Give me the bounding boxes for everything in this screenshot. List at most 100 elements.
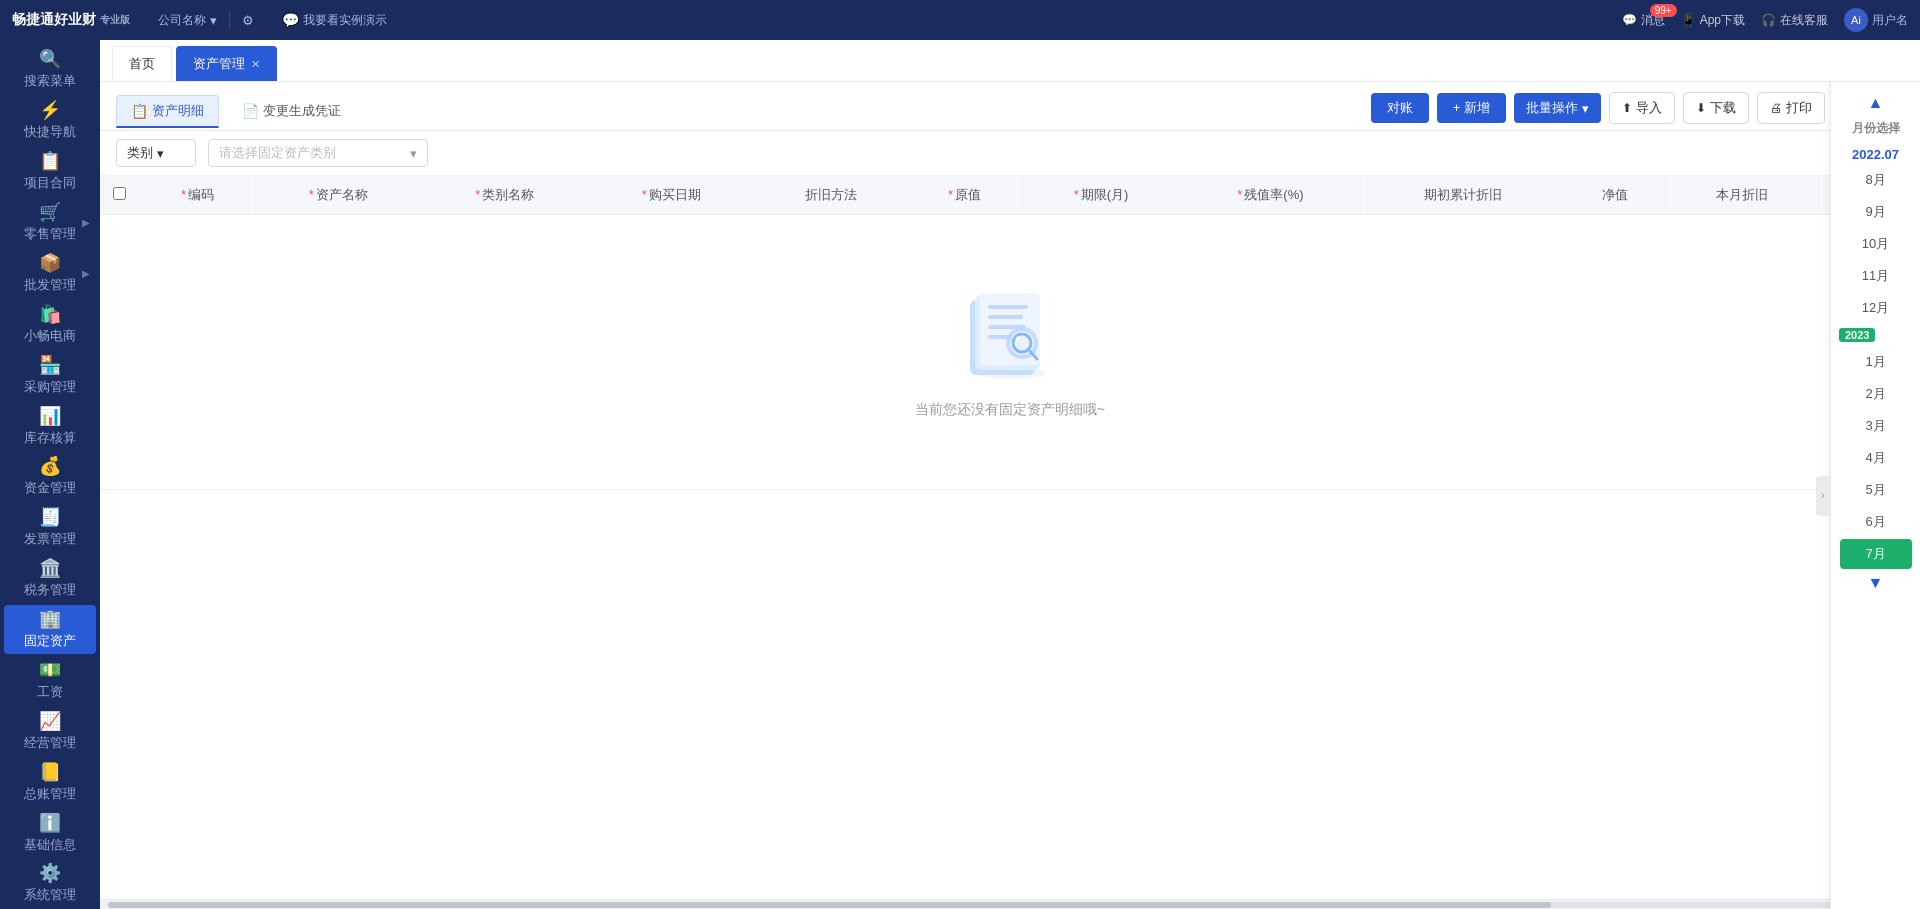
sidebar-item-purchase[interactable]: 🏪 采购管理 <box>4 350 96 399</box>
demo-link[interactable]: 💬 我要看实例演示 <box>282 12 387 29</box>
batch-button[interactable]: 批量操作 ▾ <box>1514 93 1601 123</box>
sidebar-item-invoice[interactable]: 🧾 发票管理 <box>4 503 96 552</box>
tab-home-label: 首页 <box>129 55 155 73</box>
sidebar-item-label: 发票管理 <box>24 530 76 548</box>
add-label: + 新增 <box>1453 99 1490 117</box>
inner-content: 📋 资产明细 📄 变更生成凭证 对账 + 新增 <box>100 82 1920 909</box>
print-button[interactable]: 🖨 打印 <box>1757 92 1825 124</box>
select-all-checkbox[interactable] <box>113 187 126 200</box>
month-4[interactable]: 4月 <box>1840 443 1912 473</box>
user-menu[interactable]: Ai 用户名 <box>1844 8 1908 32</box>
col-net-value: 净值 <box>1565 176 1666 215</box>
dropdown-icon: ▾ <box>410 146 417 161</box>
month-5[interactable]: 5月 <box>1840 475 1912 505</box>
asset-panel: 📋 资产明细 📄 变更生成凭证 对账 + 新增 <box>100 82 1920 909</box>
system-icon: ⚙️ <box>39 862 61 884</box>
import-button[interactable]: ⬆ 导入 <box>1609 92 1675 124</box>
sidebar-item-label: 采购管理 <box>24 378 76 396</box>
scroll-track <box>108 902 1912 908</box>
sidebar-item-salary[interactable]: 💵 工资 <box>4 656 96 705</box>
bottom-scrollbar[interactable] <box>100 899 1920 909</box>
sidebar-item-basicinfo[interactable]: ℹ️ 基础信息 <box>4 808 96 857</box>
tab-close-icon[interactable]: ✕ <box>251 58 260 71</box>
search-icon: 🔍 <box>39 48 61 70</box>
sidebar-item-project[interactable]: 📋 项目合同 <box>4 147 96 196</box>
panel-collapse-button[interactable]: › <box>1816 476 1830 516</box>
app-download-button[interactable]: 📱 App下载 <box>1681 12 1745 29</box>
project-icon: 📋 <box>39 150 61 172</box>
sidebar-item-finance[interactable]: 💰 资金管理 <box>4 452 96 501</box>
month-7-current[interactable]: 7月 <box>1840 539 1912 569</box>
reconcile-button[interactable]: 对账 <box>1371 93 1429 123</box>
month-3[interactable]: 3月 <box>1840 411 1912 441</box>
brand-name: 畅捷通好业财 <box>12 11 96 29</box>
col-accumulated-depreciation: 期初累计折旧 <box>1361 176 1565 215</box>
month-12[interactable]: 12月 <box>1840 293 1912 323</box>
sub-tab-bar: 📋 资产明细 📄 变更生成凭证 对账 + 新增 <box>100 82 1920 131</box>
chevron-right-icon: ▶ <box>82 267 90 278</box>
month-10[interactable]: 10月 <box>1840 229 1912 259</box>
operations-icon: 📈 <box>39 710 61 732</box>
month-11[interactable]: 11月 <box>1840 261 1912 291</box>
col-name: *资产名称 <box>255 176 422 215</box>
month-nav-up[interactable]: ▲ <box>1868 90 1884 116</box>
chevron-right-icon: ▶ <box>82 217 90 228</box>
asset-detail-icon: 📋 <box>131 103 148 119</box>
online-service-button[interactable]: 🎧 在线客服 <box>1761 12 1828 29</box>
avatar: Ai <box>1844 8 1868 32</box>
add-button[interactable]: + 新增 <box>1437 93 1506 123</box>
month-2[interactable]: 2月 <box>1840 379 1912 409</box>
subtab-change-voucher-label: 变更生成凭证 <box>263 102 341 120</box>
sidebar-item-ledger[interactable]: 📒 总账管理 <box>4 757 96 806</box>
col-purchase-date: *购买日期 <box>588 176 755 215</box>
category-type-select[interactable]: 类别 ▾ <box>116 139 196 167</box>
subtab-asset-detail[interactable]: 📋 资产明细 <box>116 95 219 128</box>
edition-label: 专业版 <box>100 13 130 27</box>
download-button[interactable]: ⬇ 下载 <box>1683 92 1749 124</box>
tab-asset-mgmt-label: 资产管理 <box>193 55 245 73</box>
user-label: 用户名 <box>1872 12 1908 29</box>
sidebar-item-quicknav[interactable]: ⚡ 快捷导航 <box>4 96 96 145</box>
tab-asset-mgmt[interactable]: 资产管理 ✕ <box>176 46 277 81</box>
empty-state-cell: 当前您还没有固定资产明细哦~ <box>100 215 1920 490</box>
sidebar-item-inventory[interactable]: 📊 库存核算 <box>4 401 96 450</box>
toolbar-right: 对账 + 新增 批量操作 ▾ ⬆ 导入 <box>1371 92 1904 130</box>
online-service-label: 在线客服 <box>1780 12 1828 29</box>
sidebar-item-search[interactable]: 🔍 搜索菜单 <box>4 45 96 94</box>
sidebar-item-tax[interactable]: 🏛️ 税务管理 <box>4 554 96 603</box>
sidebar-item-label: 经营管理 <box>24 734 76 752</box>
month-8[interactable]: 8月 <box>1840 165 1912 195</box>
tab-home[interactable]: 首页 <box>112 46 172 81</box>
month-6[interactable]: 6月 <box>1840 507 1912 537</box>
sidebar-item-wholesale[interactable]: 📦 批发管理 ▶ <box>4 249 96 298</box>
fixedassets-icon: 🏢 <box>39 608 61 630</box>
company-selector[interactable]: 公司名称 ▾ <box>158 12 217 29</box>
sidebar: 🔍 搜索菜单 ⚡ 快捷导航 📋 项目合同 🛒 零售管理 ▶ 📦 批发管理 ▶ 🛍… <box>0 40 100 909</box>
month-picker-header: 月份选择 <box>1844 116 1908 141</box>
quicknav-icon: ⚡ <box>39 99 61 121</box>
sidebar-item-system[interactable]: ⚙️ 系统管理 <box>4 859 96 908</box>
month-picker: ▲ 月份选择 2022.07 8月 9月 10月 11月 12月 2023 1月… <box>1830 82 1920 909</box>
top-bar-left: 畅捷通好业财 专业版 公司名称 ▾ ⚙ 💬 我要看实例演示 <box>12 10 1622 30</box>
month-1[interactable]: 1月 <box>1840 347 1912 377</box>
sidebar-item-retail[interactable]: 🛒 零售管理 ▶ <box>4 198 96 247</box>
sidebar-item-operations[interactable]: 📈 经营管理 <box>4 706 96 755</box>
sidebar-item-ecommerce[interactable]: 🛍️ 小畅电商 <box>4 299 96 348</box>
settings-icon[interactable]: ⚙ <box>242 13 254 28</box>
messages-button[interactable]: 💬 消息 99+ <box>1622 12 1665 29</box>
ecommerce-icon: 🛍️ <box>39 303 61 325</box>
month-9[interactable]: 9月 <box>1840 197 1912 227</box>
wholesale-icon: 📦 <box>39 252 61 274</box>
year-2023-badge: 2023 <box>1839 328 1875 342</box>
sidebar-item-label: 零售管理 <box>24 225 76 243</box>
empty-text: 当前您还没有固定资产明细哦~ <box>915 401 1105 419</box>
category-input[interactable]: 请选择固定资产类别 ▾ <box>208 139 428 167</box>
sidebar-item-label: 系统管理 <box>24 886 76 904</box>
col-residual-rate: *残值率(%) <box>1180 176 1361 215</box>
print-icon: 🖨 <box>1770 101 1782 115</box>
sidebar-item-fixedassets[interactable]: 🏢 固定资产 <box>4 605 96 654</box>
sidebar-item-label: 搜索菜单 <box>24 72 76 90</box>
month-nav-down[interactable]: ▼ <box>1868 570 1884 596</box>
subtab-change-voucher[interactable]: 📄 变更生成凭证 <box>227 95 356 127</box>
empty-state: 当前您还没有固定资产明细哦~ <box>112 225 1908 479</box>
